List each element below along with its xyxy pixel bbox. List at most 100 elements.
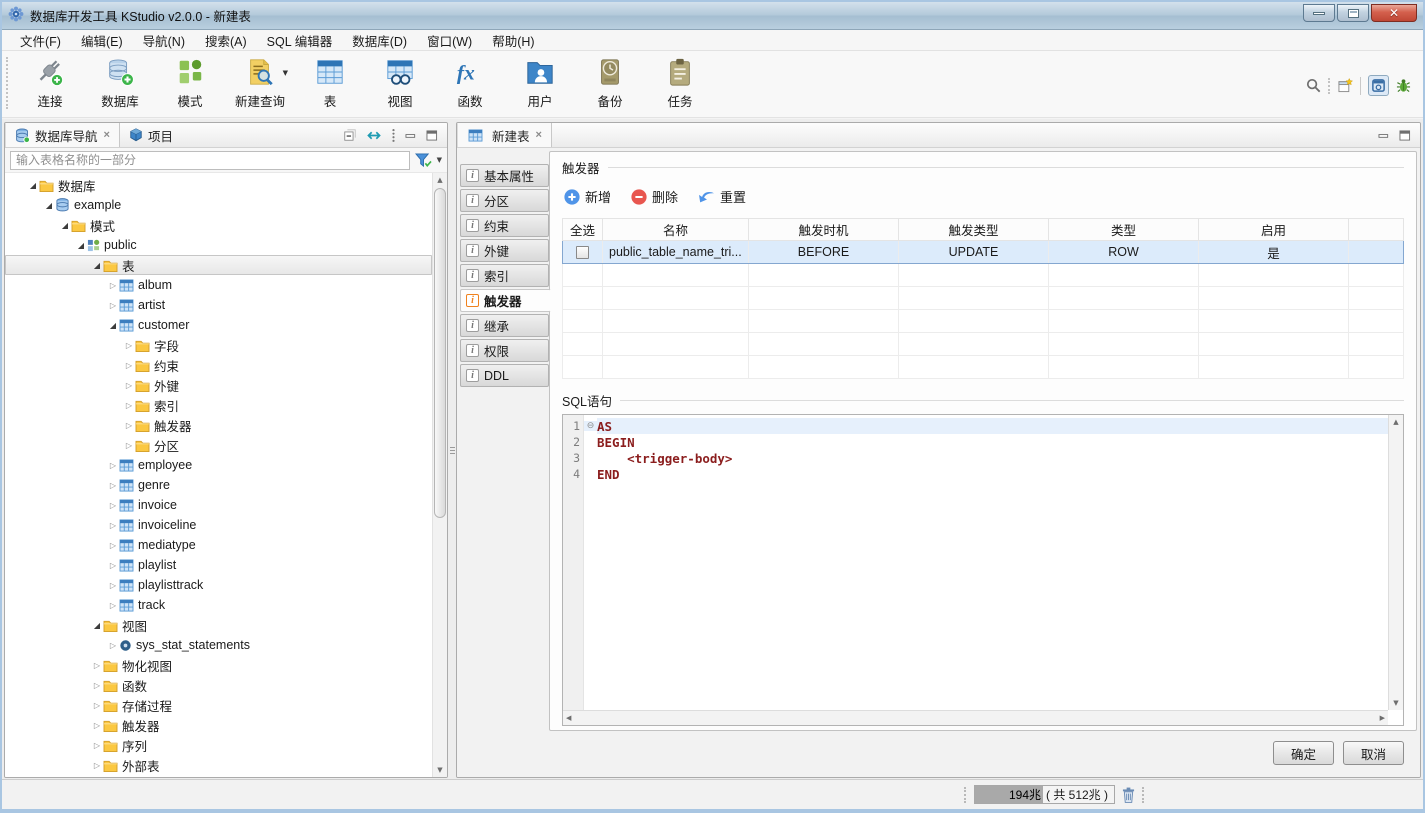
collapsed-arrow-icon[interactable]: ▷ [107,641,119,650]
collapsed-arrow-icon[interactable]: ▷ [123,341,135,350]
tree-item-artist[interactable]: ▷ artist [5,295,432,315]
empty-cell[interactable] [602,355,749,379]
sql-line[interactable]: 2 BEGIN [563,434,1403,450]
new-connection-icon[interactable] [1338,78,1353,93]
empty-cell[interactable] [898,355,1049,379]
cell-type[interactable]: ROW [1048,240,1199,264]
collapse-all-icon[interactable] [343,128,357,142]
tree-item-索引[interactable]: ▷ 索引 [5,395,432,415]
tree-item-example[interactable]: ◢ example [5,195,432,215]
sidebar-item-外键[interactable]: i 外键 [460,239,549,262]
sql-horizontal-scrollbar[interactable]: ◀ ▶ [563,710,1388,725]
empty-cell[interactable] [1348,286,1404,310]
empty-cell[interactable] [1348,332,1404,356]
collapsed-arrow-icon[interactable]: ▷ [91,741,103,750]
empty-cell[interactable] [562,355,603,379]
column-header-类型[interactable]: 类型 [1048,218,1199,241]
tree-item-外部表[interactable]: ▷ 外部表 [5,755,432,775]
collapsed-arrow-icon[interactable]: ▷ [91,721,103,730]
sidebar-item-触发器[interactable]: i 触发器 [460,289,551,312]
tree-item-分区[interactable]: ▷ 分区 [5,435,432,455]
column-header-名称[interactable]: 名称 [602,218,749,241]
menu-item[interactable]: 帮助(H) [482,29,544,52]
empty-cell[interactable] [898,286,1049,310]
tree-item-模式[interactable]: ◢ 模式 [5,215,432,235]
collapsed-arrow-icon[interactable]: ▷ [107,601,119,610]
empty-cell[interactable] [562,332,603,356]
取消-button[interactable]: 取消 [1343,741,1404,765]
status-drag-handle[interactable] [964,786,967,803]
tab-close-icon[interactable]: × [536,129,542,141]
tree-item-外键[interactable]: ▷ 外键 [5,375,432,395]
tab-数据库导航[interactable]: 数据库导航 × [5,123,120,147]
collapsed-arrow-icon[interactable]: ▷ [123,421,135,430]
empty-cell[interactable] [1198,263,1349,287]
tree-item-触发器[interactable]: ▷ 触发器 [5,715,432,735]
empty-cell[interactable] [562,286,603,310]
row-checkbox[interactable] [576,246,589,260]
empty-cell[interactable] [562,263,603,287]
sql-line[interactable]: 1 ⊖ AS [563,418,1403,434]
tab-项目[interactable]: 项目 [120,123,182,147]
table-row[interactable]: public_table_name_tri... BEFORE UPDATE ROW 是 [562,240,1404,264]
tree-item-表[interactable]: ◢ 表 [5,255,432,275]
toolbar-button-new-query[interactable]: ▼ 新建查询 [225,56,295,110]
删除-button[interactable]: 删除 [631,187,678,206]
table-empty-row[interactable] [562,332,1404,356]
link-with-editor-icon[interactable] [366,129,382,142]
view-menu-icon[interactable] [391,128,396,143]
empty-cell[interactable] [898,309,1049,333]
empty-cell[interactable] [1198,309,1349,333]
tree-item-数据库[interactable]: ◢ 数据库 [5,175,432,195]
scroll-down-arrow[interactable]: ▼ [433,763,447,777]
minimize-view-icon[interactable] [1378,130,1390,141]
search-icon[interactable] [1306,78,1321,93]
collapsed-arrow-icon[interactable]: ▷ [123,361,135,370]
collapsed-arrow-icon[interactable]: ▷ [123,441,135,450]
sidebar-item-约束[interactable]: i 约束 [460,214,549,237]
menu-item[interactable]: 文件(F) [10,29,71,52]
新增-button[interactable]: 新增 [564,187,611,206]
toolbar-button-schema[interactable]: 模式 [155,56,225,110]
table-empty-row[interactable] [562,286,1404,310]
menu-item[interactable]: 数据库(D) [342,29,417,52]
minimize-view-icon[interactable] [405,130,417,141]
collapsed-arrow-icon[interactable]: ▷ [91,701,103,710]
collapsed-arrow-icon[interactable]: ▷ [91,681,103,690]
empty-cell[interactable] [1198,286,1349,310]
tree-item-album[interactable]: ▷ album [5,275,432,295]
toolbar-drag-handle[interactable] [6,57,13,109]
确定-button[interactable]: 确定 [1273,741,1334,765]
tab-new-table[interactable]: 新建表 × [457,123,552,147]
tree-item-track[interactable]: ▷ track [5,595,432,615]
tree-item-public[interactable]: ◢ public [5,235,432,255]
collapsed-arrow-icon[interactable]: ▷ [123,381,135,390]
tree-item-playlisttrack[interactable]: ▷ playlisttrack [5,575,432,595]
toolbar-button-database-add[interactable]: 数据库 [85,56,155,110]
window-restore-button[interactable] [1337,4,1369,22]
cell-event[interactable]: UPDATE [898,240,1049,264]
empty-cell[interactable] [1048,332,1199,356]
menu-item[interactable]: SQL 编辑器 [257,29,343,52]
collapsed-arrow-icon[interactable]: ▷ [123,401,135,410]
sql-line[interactable]: 4 END [563,466,1403,482]
tree-item-字段[interactable]: ▷ 字段 [5,335,432,355]
toolbar-button-view[interactable]: 视图 [365,56,435,110]
collapsed-arrow-icon[interactable]: ▷ [91,661,103,670]
column-header-触发类型[interactable]: 触发类型 [898,218,1049,241]
sidebar-item-DDL[interactable]: i DDL [460,364,549,387]
tree-item-sys_stat_statements[interactable]: ▷ sys_stat_statements [5,635,432,655]
重置-button[interactable]: 重置 [698,187,746,206]
sidebar-item-索引[interactable]: i 索引 [460,264,549,287]
filter-menu-caret[interactable]: ▼ [437,156,442,164]
table-empty-row[interactable] [562,309,1404,333]
expanded-arrow-icon[interactable]: ◢ [91,621,103,630]
empty-cell[interactable] [1048,355,1199,379]
empty-cell[interactable] [748,309,899,333]
empty-cell[interactable] [602,332,749,356]
tree-item-序列[interactable]: ▷ 序列 [5,735,432,755]
garbage-collect-trash-icon[interactable] [1122,787,1135,803]
collapsed-arrow-icon[interactable]: ▷ [107,581,119,590]
tree-item-存储过程[interactable]: ▷ 存储过程 [5,695,432,715]
tree-item-invoiceline[interactable]: ▷ invoiceline [5,515,432,535]
